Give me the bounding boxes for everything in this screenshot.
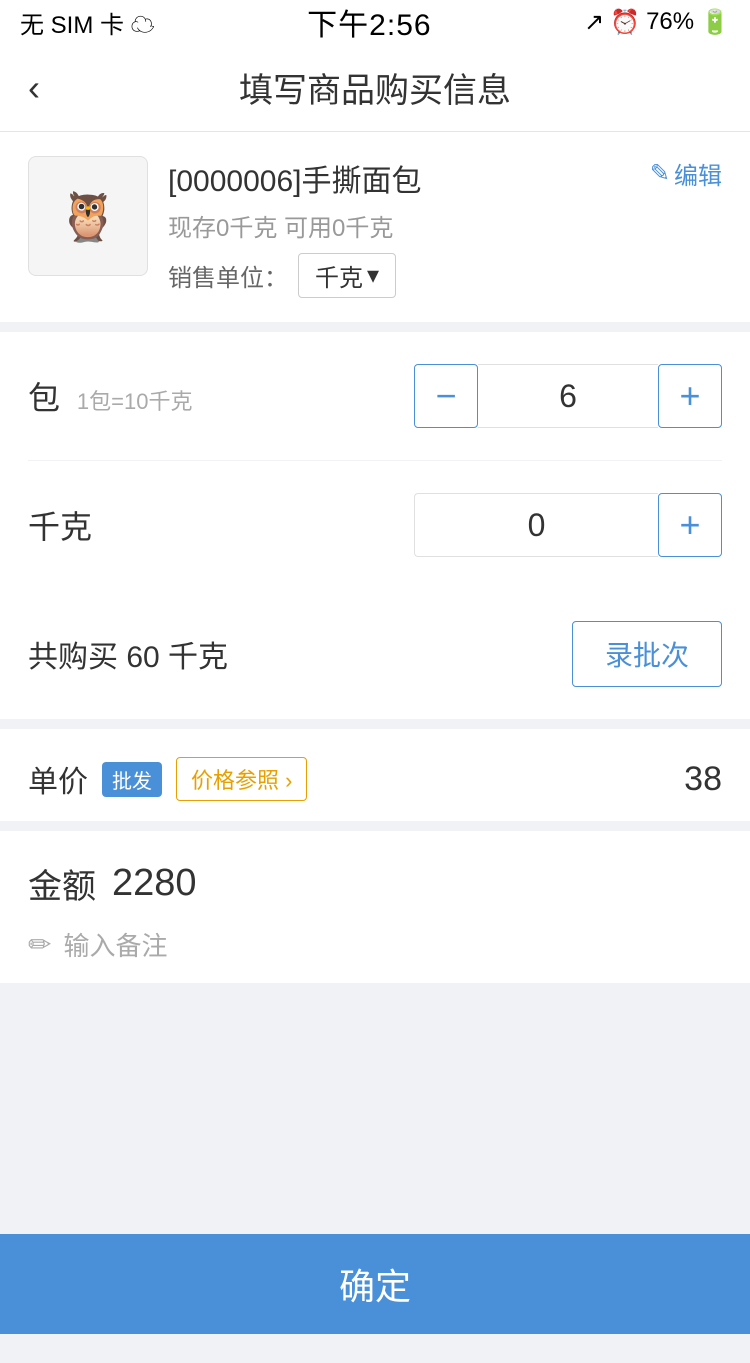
amount-label: 金额: [28, 859, 96, 908]
bag-sub-label: 1包=10千克: [77, 389, 193, 414]
price-left: 单价 批发 价格参照 ›: [28, 757, 307, 801]
batch-button[interactable]: 录批次: [572, 621, 722, 687]
alarm-icon: ⏰: [610, 8, 640, 37]
bag-quantity-input[interactable]: [478, 364, 658, 428]
product-top-row: [0000006]手撕面包 ✎ 编辑: [168, 156, 722, 200]
product-name: [0000006]手撕面包: [168, 156, 650, 200]
battery-text: 76%: [646, 8, 694, 36]
kg-quantity-input[interactable]: [414, 493, 658, 557]
bag-input-row: 包 1包=10千克 − +: [28, 332, 722, 461]
product-card: 🦉 [0000006]手撕面包 ✎ 编辑 现存0千克 可用0千克 销售单位： 千…: [0, 132, 750, 332]
battery-icon: 🔋: [700, 8, 730, 37]
amount-value: 2280: [112, 862, 197, 905]
edit-button[interactable]: ✎ 编辑: [650, 156, 722, 191]
product-thumbnail-icon: 🦉: [58, 188, 118, 245]
pencil-icon: ✏: [28, 928, 51, 961]
product-unit-row: 销售单位： 千克 ▾: [168, 253, 722, 298]
amount-row: 金额 2280: [28, 859, 722, 908]
price-section: 单价 批发 价格参照 › 38: [0, 729, 750, 831]
status-time: 下午2:56: [307, 0, 431, 44]
nav-bar: ‹ 填写商品购买信息: [0, 44, 750, 132]
page-content: 🦉 [0000006]手撕面包 ✎ 编辑 现存0千克 可用0千克 销售单位： 千…: [0, 132, 750, 1363]
price-ref-button[interactable]: 价格参照 ›: [176, 757, 307, 801]
remark-placeholder: 输入备注: [63, 926, 167, 963]
edit-label: 编辑: [674, 156, 722, 191]
unit-value: 千克: [315, 258, 363, 293]
bag-quantity-control: − +: [414, 364, 722, 428]
confirm-button[interactable]: 确定: [0, 1234, 750, 1334]
remark-row[interactable]: ✏ 输入备注: [28, 926, 722, 963]
sim-status: 无 SIM 卡 ☁: [20, 5, 155, 40]
empty-area: [0, 983, 750, 1263]
price-tag-pifa: 批发: [102, 762, 162, 797]
kg-plus-button[interactable]: +: [658, 493, 722, 557]
product-stock: 现存0千克 可用0千克: [168, 208, 722, 243]
summary-row: 共购买 60 千克 录批次: [0, 589, 750, 729]
amount-section: 金额 2280 ✏ 输入备注: [0, 831, 750, 983]
product-image: 🦉: [28, 156, 148, 276]
back-button[interactable]: ‹: [28, 67, 40, 109]
summary-text: 共购买 60 千克: [28, 632, 228, 676]
status-right: ↗ ⏰ 76% 🔋: [584, 8, 730, 37]
status-bar: 无 SIM 卡 ☁ 下午2:56 ↗ ⏰ 76% 🔋: [0, 0, 750, 44]
edit-icon: ✎: [650, 159, 670, 188]
price-label: 单价: [28, 757, 88, 801]
kg-quantity-control: +: [414, 493, 722, 557]
input-section: 包 1包=10千克 − + 千克 +: [0, 332, 750, 589]
bag-plus-button[interactable]: +: [658, 364, 722, 428]
unit-select[interactable]: 千克 ▾: [298, 253, 396, 298]
location-icon: ↗: [584, 8, 604, 37]
price-value: 38: [684, 760, 722, 799]
chevron-down-icon: ▾: [367, 261, 379, 290]
product-info: [0000006]手撕面包 ✎ 编辑 现存0千克 可用0千克 销售单位： 千克 …: [168, 156, 722, 298]
unit-label: 销售单位：: [168, 258, 288, 293]
page-title: 填写商品购买信息: [239, 63, 511, 112]
kg-input-row: 千克 +: [28, 461, 722, 589]
status-left: 无 SIM 卡 ☁: [20, 5, 155, 40]
kg-label: 千克: [28, 502, 414, 548]
bag-minus-button[interactable]: −: [414, 364, 478, 428]
bag-label: 包 1包=10千克: [28, 373, 414, 419]
